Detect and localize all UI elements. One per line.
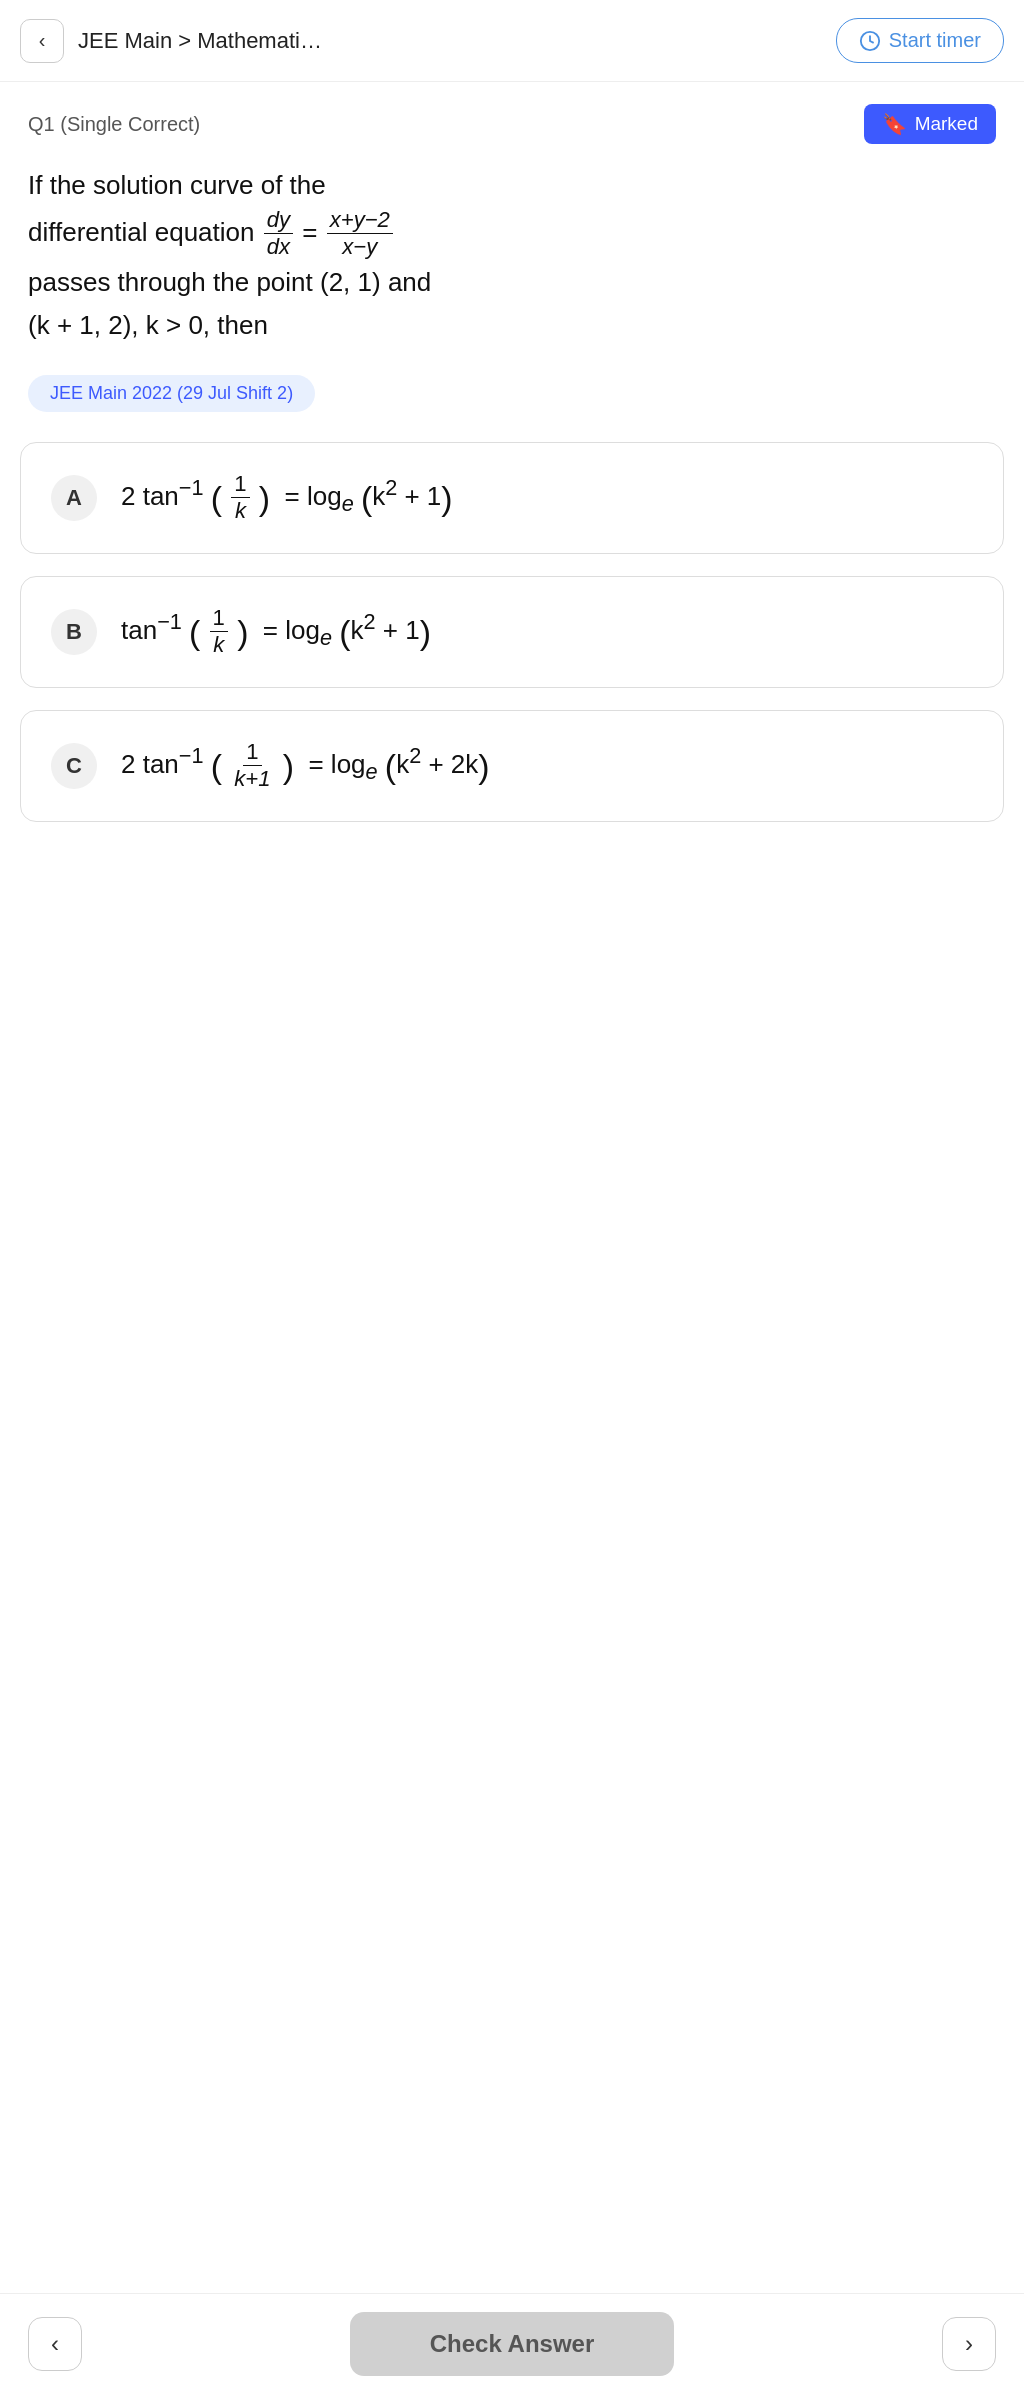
back-icon: ‹	[39, 29, 46, 52]
timer-label: Start timer	[889, 29, 981, 52]
sub-e-a: e	[342, 491, 354, 516]
option-b-card[interactable]: B tan−1 ( 1 k ) = loge (k2 + 1)	[20, 576, 1004, 688]
options-container: A 2 tan−1 ( 1 k ) = loge (k2 + 1) B tan−…	[0, 442, 1024, 822]
breadcrumb: JEE Main > Mathemati…	[78, 28, 836, 54]
sup-neg1-c: −1	[179, 743, 204, 768]
question-line-2: differential equation dy dx = x+y−2 x−y	[28, 207, 996, 261]
next-icon: ›	[965, 2330, 973, 2358]
question-line-3: passes through the point (2, 1) and	[28, 261, 996, 304]
check-answer-button[interactable]: Check Answer	[350, 2312, 675, 2376]
bottom-navigation: ‹ Check Answer ›	[0, 2293, 1024, 2394]
marked-badge[interactable]: 🔖 Marked	[864, 104, 996, 144]
option-a-card[interactable]: A 2 tan−1 ( 1 k ) = loge (k2 + 1)	[20, 442, 1004, 554]
dx-denominator: dx	[264, 234, 293, 261]
source-tag: JEE Main 2022 (29 Jul Shift 2)	[28, 375, 315, 412]
question-label: Q1 (Single Correct)	[28, 113, 200, 136]
frac-a: 1 k	[231, 471, 249, 525]
dy-numerator: dy	[264, 207, 293, 235]
header: ‹ JEE Main > Mathemati… Start timer	[0, 0, 1024, 82]
prev-icon: ‹	[51, 2330, 59, 2358]
sup-neg1-a: −1	[179, 475, 204, 500]
option-b-label: B	[51, 609, 97, 655]
prev-button[interactable]: ‹	[28, 2317, 82, 2371]
next-button[interactable]: ›	[942, 2317, 996, 2371]
marked-label: Marked	[915, 113, 978, 135]
sub-e-b: e	[320, 625, 332, 650]
rhs-denominator: x−y	[339, 234, 380, 261]
sub-e-c: e	[366, 759, 378, 784]
rhs-numerator: x+y−2	[327, 207, 393, 235]
check-answer-label: Check Answer	[430, 2330, 595, 2357]
clock-icon	[859, 30, 881, 52]
timer-button[interactable]: Start timer	[836, 18, 1004, 63]
rhs-fraction: x+y−2 x−y	[327, 207, 393, 261]
bottom-spacer	[0, 822, 1024, 922]
back-button[interactable]: ‹	[20, 19, 64, 63]
option-c-label: C	[51, 743, 97, 789]
sup-neg1-b: −1	[157, 609, 182, 634]
frac-c: 1 k+1	[231, 739, 273, 793]
question-meta: Q1 (Single Correct) 🔖 Marked	[0, 82, 1024, 154]
option-a-math: 2 tan−1 ( 1 k ) = loge (k2 + 1)	[121, 471, 453, 525]
question-line-4: (k + 1, 2), k > 0, then	[28, 304, 996, 347]
source-tag-container: JEE Main 2022 (29 Jul Shift 2)	[0, 365, 1024, 442]
option-b-math: tan−1 ( 1 k ) = loge (k2 + 1)	[121, 605, 431, 659]
question-body: If the solution curve of the differentia…	[0, 154, 1024, 365]
option-c-card[interactable]: C 2 tan−1 ( 1 k+1 ) = loge (k2 + 2k)	[20, 710, 1004, 822]
option-a-label: A	[51, 475, 97, 521]
option-c-math: 2 tan−1 ( 1 k+1 ) = loge (k2 + 2k)	[121, 739, 490, 793]
frac-b: 1 k	[210, 605, 228, 659]
bookmark-icon: 🔖	[882, 112, 907, 136]
dy-dx-fraction: dy dx	[264, 207, 293, 261]
question-line-1: If the solution curve of the	[28, 164, 996, 207]
